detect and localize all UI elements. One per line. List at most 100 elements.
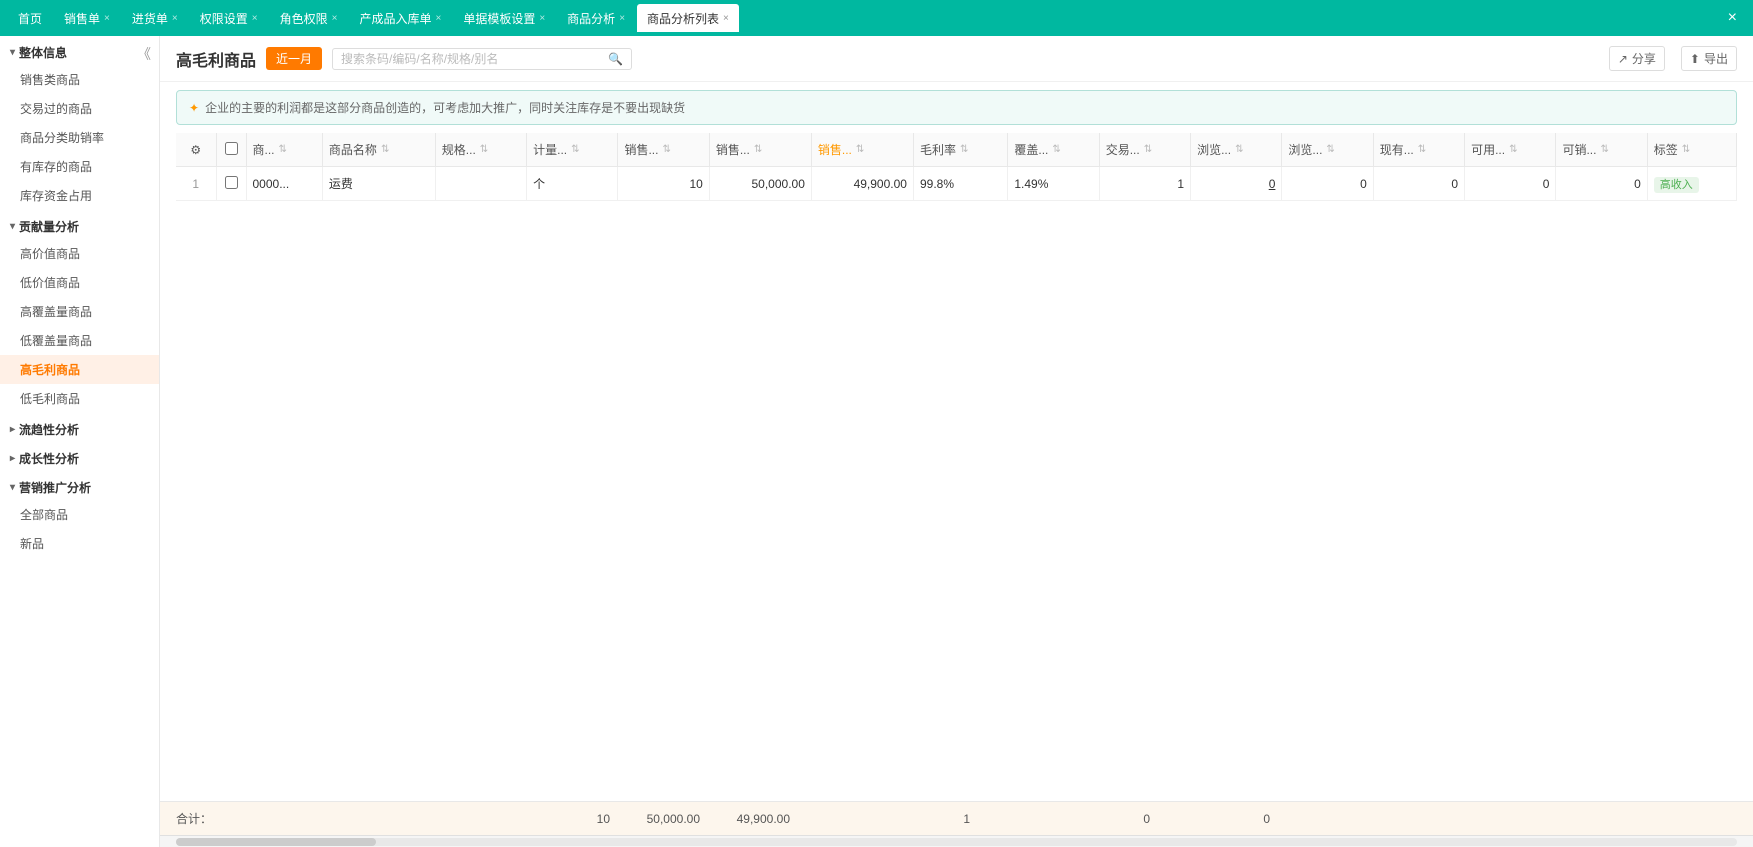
group-label-overall: 整体信息 xyxy=(19,44,67,61)
sidebar: 《 ▾ 整体信息 销售类商品 交易过的商品 商品分类助销率 有库存的商品 库存资… xyxy=(0,36,160,847)
tab-home[interactable]: 首页 xyxy=(8,4,52,32)
row-checkbox[interactable] xyxy=(225,176,238,189)
col-sales-qty-header[interactable]: 销售... ⇅ xyxy=(618,133,709,167)
sidebar-item-stock-capital[interactable]: 库存资金占用 xyxy=(0,181,159,210)
scrollbar-track[interactable] xyxy=(176,838,1737,846)
tab-permissions[interactable]: 权限设置 × xyxy=(190,4,268,32)
sidebar-item-sales-goods[interactable]: 销售类商品 xyxy=(0,65,159,94)
sidebar-item-high-value[interactable]: 高价值商品 xyxy=(0,239,159,268)
group-label-contribution: 贡献量分析 xyxy=(19,218,79,235)
sidebar-collapse-button[interactable]: 《 xyxy=(137,44,151,64)
sort-icon-transaction: ⇅ xyxy=(1144,144,1152,155)
tab-sales-close[interactable]: × xyxy=(104,13,110,24)
tab-template-settings-close[interactable]: × xyxy=(539,13,545,24)
cell-coverage: 1.49% xyxy=(1008,167,1099,201)
table-footer: 合计： 10 50,000.00 49,900.00 1 0 0 xyxy=(160,801,1753,835)
col-gross-margin-header[interactable]: 毛利率 ⇅ xyxy=(913,133,1007,167)
search-input[interactable] xyxy=(341,52,603,66)
main-area: 《 ▾ 整体信息 销售类商品 交易过的商品 商品分类助销率 有库存的商品 库存资… xyxy=(0,36,1753,847)
sidebar-group-growth[interactable]: ▸ 成长性分析 xyxy=(0,442,159,471)
col-sales-profit-header[interactable]: 销售... ⇅ xyxy=(811,133,913,167)
cell-spec xyxy=(435,167,526,201)
product-table: ⚙ 商... ⇅ 商品名称 xyxy=(176,133,1737,201)
footer-transaction: 1 xyxy=(916,812,976,826)
col-coverage-header[interactable]: 覆盖... ⇅ xyxy=(1008,133,1099,167)
group-label-growth: 成长性分析 xyxy=(19,450,79,467)
col-current-stock-header[interactable]: 现有... ⇅ xyxy=(1373,133,1464,167)
top-navigation: 首页 销售单 × 进货单 × 权限设置 × 角色权限 × 产成品入库单 × 单据… xyxy=(0,0,1753,36)
star-icon: ✦ xyxy=(189,101,199,115)
tab-permissions-close[interactable]: × xyxy=(252,13,258,24)
sidebar-item-low-coverage[interactable]: 低覆盖量商品 xyxy=(0,326,159,355)
col-name-header[interactable]: 商品名称 ⇅ xyxy=(322,133,435,167)
bottom-scrollbar xyxy=(160,835,1753,847)
select-all-checkbox[interactable] xyxy=(225,142,238,155)
sidebar-group-contribution[interactable]: ▾ 贡献量分析 xyxy=(0,210,159,239)
group-arrow-growth: ▸ xyxy=(10,453,15,464)
export-icon: ⬆ xyxy=(1690,52,1700,66)
footer-sellable: 0 xyxy=(1216,812,1276,826)
tab-product-analysis-close[interactable]: × xyxy=(619,13,625,24)
col-sales-amount-header[interactable]: 销售... ⇅ xyxy=(709,133,811,167)
sidebar-item-stocked-goods[interactable]: 有库存的商品 xyxy=(0,152,159,181)
tab-product-analysis-list-close[interactable]: × xyxy=(723,13,729,24)
sidebar-item-all-goods[interactable]: 全部商品 xyxy=(0,500,159,529)
content-area: 高毛利商品 近一月 🔍 ↗ 分享 ⬆ 导出 ✦ 企业的主要的利润都是这部分商品创… xyxy=(160,36,1753,847)
col-transaction-header[interactable]: 交易... ⇅ xyxy=(1099,133,1190,167)
cell-available-stock: 0 xyxy=(1465,167,1556,201)
cell-current-stock: 0 xyxy=(1373,167,1464,201)
tab-purchase-close[interactable]: × xyxy=(172,13,178,24)
content-header: 高毛利商品 近一月 🔍 ↗ 分享 ⬆ 导出 xyxy=(160,36,1753,82)
sidebar-item-low-value[interactable]: 低价值商品 xyxy=(0,268,159,297)
col-spec-header[interactable]: 规格... ⇅ xyxy=(435,133,526,167)
table-row: 1 0000... 运费 个 10 50,000.00 49,900.00 99… xyxy=(176,167,1737,201)
col-tag-header[interactable]: 标签 ⇅ xyxy=(1647,133,1736,167)
sort-icon-browse2: ⇅ xyxy=(1326,144,1334,155)
col-available-stock-header[interactable]: 可用... ⇅ xyxy=(1465,133,1556,167)
sidebar-item-high-margin[interactable]: 高毛利商品 xyxy=(0,355,159,384)
table-wrapper: ⚙ 商... ⇅ 商品名称 xyxy=(160,133,1753,801)
sidebar-item-new-goods[interactable]: 新品 xyxy=(0,529,159,558)
sidebar-group-trend[interactable]: ▸ 流趋性分析 xyxy=(0,413,159,442)
export-button[interactable]: ⬆ 导出 xyxy=(1681,46,1737,71)
sort-icon-tag: ⇅ xyxy=(1682,144,1690,155)
sort-icon-spec: ⇅ xyxy=(480,144,488,155)
tab-purchase[interactable]: 进货单 × xyxy=(122,4,188,32)
sidebar-item-low-margin[interactable]: 低毛利商品 xyxy=(0,384,159,413)
sidebar-group-overall[interactable]: ▾ 整体信息 xyxy=(0,36,159,65)
col-checkbox xyxy=(216,133,246,167)
sort-icon-sellable: ⇅ xyxy=(1600,144,1608,155)
sidebar-item-traded-goods[interactable]: 交易过的商品 xyxy=(0,94,159,123)
tab-sales[interactable]: 销售单 × xyxy=(54,4,120,32)
info-text: 企业的主要的利润都是这部分商品创造的，可考虑加大推广，同时关注库存是不要出现缺货 xyxy=(205,99,685,116)
sidebar-item-category-rate[interactable]: 商品分类助销率 xyxy=(0,123,159,152)
col-unit-header[interactable]: 计量... ⇅ xyxy=(527,133,618,167)
tab-product-analysis[interactable]: 商品分析 × xyxy=(557,4,635,32)
tab-product-inbound-close[interactable]: × xyxy=(435,13,441,24)
tab-template-settings[interactable]: 单据模板设置 × xyxy=(453,4,555,32)
window-close-button[interactable]: × xyxy=(1720,9,1745,27)
tab-roles[interactable]: 角色权限 × xyxy=(270,4,348,32)
tab-product-analysis-list[interactable]: 商品分析列表 × xyxy=(637,4,739,32)
sidebar-group-marketing[interactable]: ▾ 营销推广分析 xyxy=(0,471,159,500)
share-button[interactable]: ↗ 分享 xyxy=(1609,46,1665,71)
sidebar-item-high-coverage[interactable]: 高覆盖量商品 xyxy=(0,297,159,326)
sort-icon-sales-amount: ⇅ xyxy=(754,144,762,155)
time-filter-button[interactable]: 近一月 xyxy=(266,47,322,70)
cell-tag: 高收入 xyxy=(1647,167,1736,201)
col-settings[interactable]: ⚙ xyxy=(176,133,216,167)
col-browse1-header[interactable]: 浏览... ⇅ xyxy=(1191,133,1282,167)
col-code-header[interactable]: 商... ⇅ xyxy=(246,133,322,167)
group-label-marketing: 营销推广分析 xyxy=(19,479,91,496)
footer-label: 合计： xyxy=(176,810,256,827)
search-icon[interactable]: 🔍 xyxy=(608,52,623,66)
tab-product-inbound[interactable]: 产成品入库单 × xyxy=(349,4,451,32)
col-sellable-header[interactable]: 可销... ⇅ xyxy=(1556,133,1647,167)
tab-roles-close[interactable]: × xyxy=(332,13,338,24)
cell-code: 0000... xyxy=(246,167,322,201)
group-arrow-trend: ▸ xyxy=(10,424,15,435)
scrollbar-thumb[interactable] xyxy=(176,838,376,846)
sort-icon-code: ⇅ xyxy=(279,144,287,155)
group-arrow-marketing: ▾ xyxy=(10,482,15,493)
col-browse2-header[interactable]: 浏览... ⇅ xyxy=(1282,133,1373,167)
